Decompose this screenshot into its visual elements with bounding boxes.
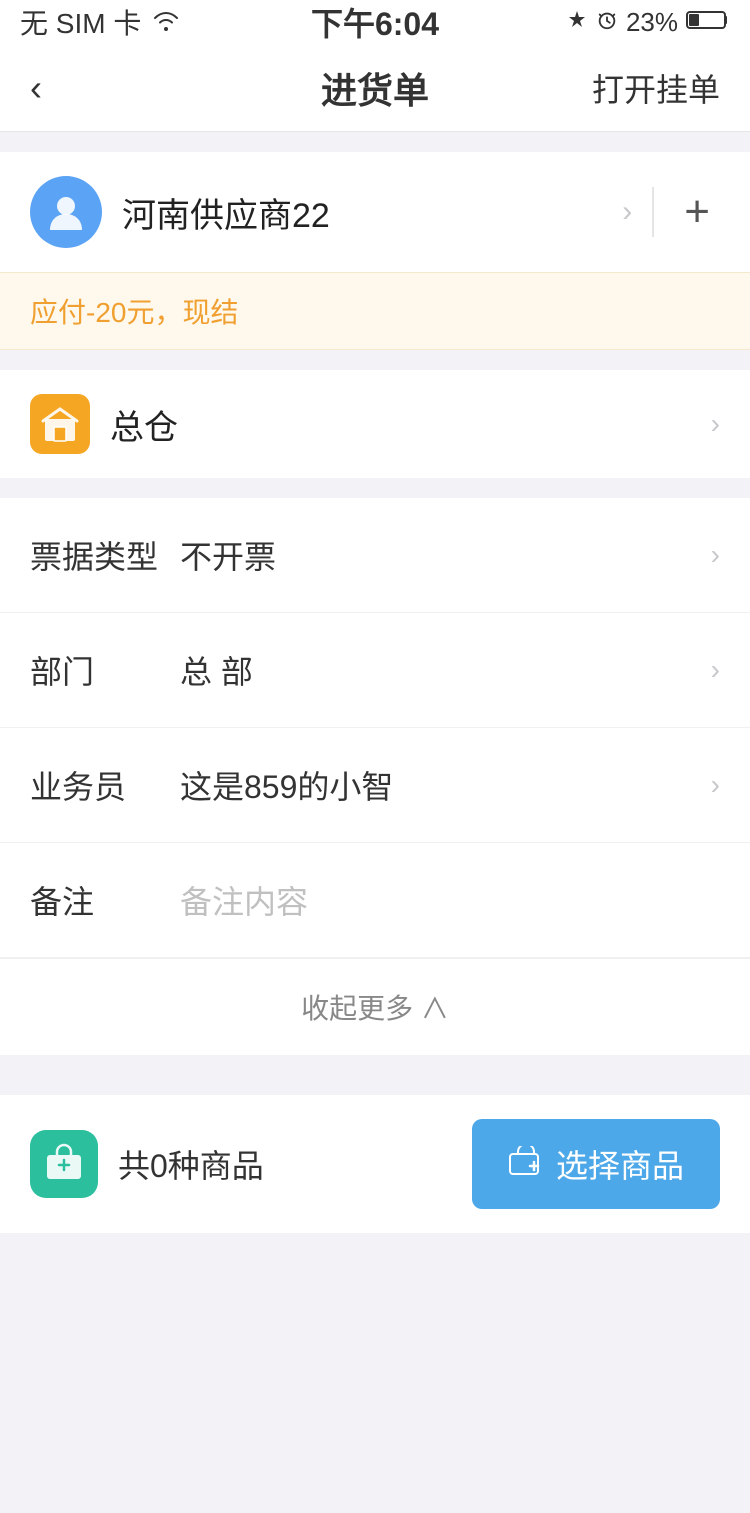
battery-text: 23% [626, 7, 678, 38]
supplier-section: 河南供应商22 › + 应付-20元，现结 [0, 152, 750, 350]
supplier-name: 河南供应商22 [122, 188, 622, 237]
notice-bar: 应付-20元，现结 [0, 272, 750, 350]
warehouse-row[interactable]: 总仓 › [0, 370, 750, 478]
remark-value: 备注内容 [180, 877, 720, 923]
remark-row[interactable]: 备注 备注内容 [0, 843, 750, 958]
select-product-button[interactable]: 选择商品 [472, 1119, 720, 1209]
department-label: 部门 [30, 647, 170, 693]
collapse-label: 收起更多 ∧ [301, 993, 449, 1024]
wifi-icon [151, 6, 181, 38]
salesperson-row[interactable]: 业务员 这是859的小智 › [0, 728, 750, 843]
open-pending-button[interactable]: 打开挂单 [592, 65, 720, 111]
department-row[interactable]: 部门 总 部 › [0, 613, 750, 728]
invoice-type-value: 不开票 [180, 532, 711, 578]
warehouse-chevron-icon: › [711, 408, 720, 440]
salesperson-label: 业务员 [30, 762, 170, 808]
notice-text: 应付-20元，现结 [30, 297, 238, 328]
page-title: 进货单 [321, 62, 429, 114]
salesperson-chevron-icon: › [711, 769, 720, 801]
carrier-text: 无 SIM 卡 [20, 2, 141, 42]
department-chevron-icon: › [711, 654, 720, 686]
invoice-type-row[interactable]: 票据类型 不开票 › [0, 498, 750, 613]
supplier-chevron-icon: › [622, 195, 632, 229]
collapse-button[interactable]: 收起更多 ∧ [0, 958, 750, 1055]
invoice-type-chevron-icon: › [711, 539, 720, 571]
warehouse-section: 总仓 › [0, 370, 750, 478]
remark-label: 备注 [30, 877, 170, 923]
page-background [0, 1233, 750, 1513]
status-left: 无 SIM 卡 [20, 2, 181, 42]
bottom-section: 共0种商品 选择商品 [0, 1095, 750, 1233]
warehouse-icon [30, 394, 90, 454]
status-right: 23% [566, 7, 730, 38]
back-button[interactable]: ‹ [30, 67, 42, 109]
invoice-type-label: 票据类型 [30, 532, 170, 578]
battery-icon [686, 7, 730, 38]
status-time: 下午6:04 [311, 0, 439, 45]
alarm-icon [596, 7, 618, 38]
select-product-label: 选择商品 [556, 1141, 684, 1187]
supplier-divider [652, 187, 654, 237]
department-value: 总 部 [180, 647, 711, 693]
product-icon [30, 1130, 98, 1198]
nav-bar: ‹ 进货单 打开挂单 [0, 44, 750, 132]
section-gap-3 [0, 478, 750, 498]
location-icon [566, 7, 588, 38]
section-gap-2 [0, 350, 750, 370]
supplier-avatar [30, 176, 102, 248]
form-section: 票据类型 不开票 › 部门 总 部 › 业务员 这是859的小智 › 备注 备注… [0, 498, 750, 1055]
section-gap-4 [0, 1055, 750, 1075]
product-count-text: 共0种商品 [118, 1141, 452, 1187]
warehouse-name: 总仓 [110, 400, 711, 449]
add-supplier-button[interactable]: + [674, 190, 720, 234]
salesperson-value: 这是859的小智 [180, 762, 711, 808]
cart-icon [508, 1146, 544, 1182]
supplier-row[interactable]: 河南供应商22 › + [0, 152, 750, 272]
section-gap-1 [0, 132, 750, 152]
status-bar: 无 SIM 卡 下午6:04 23% [0, 0, 750, 44]
